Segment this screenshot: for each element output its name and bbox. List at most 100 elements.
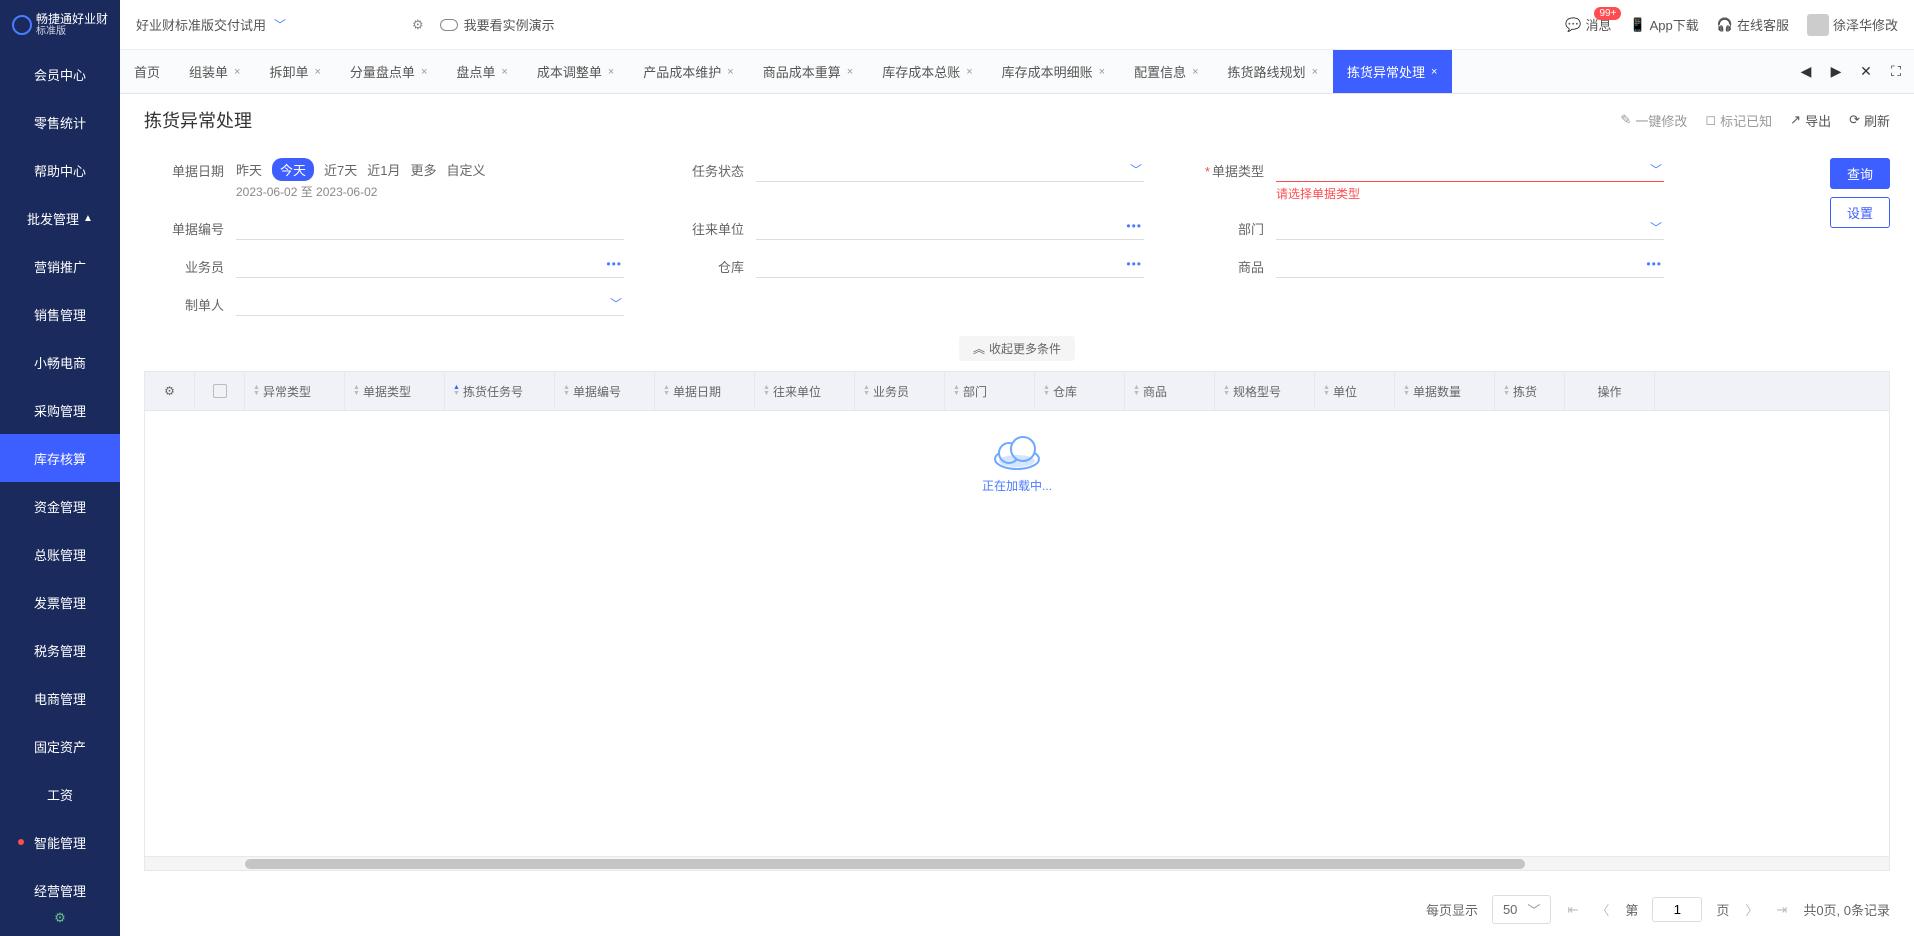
- close-icon[interactable]: ×: [847, 66, 853, 78]
- tab[interactable]: 库存成本明细账×: [988, 50, 1120, 93]
- table-column-header[interactable]: ▲▼单据类型: [345, 372, 445, 410]
- maker-input[interactable]: [236, 292, 624, 316]
- table-column-header[interactable]: ▲▼拣货: [1495, 372, 1565, 410]
- tab[interactable]: 组装单×: [175, 50, 255, 93]
- goods-input[interactable]: [1276, 254, 1664, 278]
- chevron-down-icon[interactable]: ﹀: [1650, 219, 1662, 236]
- tab[interactable]: 首页: [120, 50, 175, 93]
- table-column-header[interactable]: ▲▼仓库: [1035, 372, 1125, 410]
- type-input[interactable]: [1276, 158, 1664, 182]
- table-column-header[interactable]: ▲▼业务员: [855, 372, 945, 410]
- table-column-header[interactable]: ▲▼规格型号: [1215, 372, 1315, 410]
- tab-prev[interactable]: ◀: [1792, 58, 1820, 86]
- table-column-header[interactable]: ▲▼商品: [1125, 372, 1215, 410]
- more-icon[interactable]: •••: [606, 257, 622, 271]
- tab[interactable]: 配置信息×: [1120, 50, 1213, 93]
- sidebar-item[interactable]: 批发管理▲: [0, 194, 120, 242]
- no-input[interactable]: [236, 216, 624, 240]
- col-checkbox[interactable]: [195, 372, 245, 410]
- dept-input[interactable]: [1276, 216, 1664, 240]
- refresh-button[interactable]: ⟳ 刷新: [1849, 111, 1890, 130]
- sidebar-item[interactable]: 经营管理: [0, 866, 120, 900]
- table-column-header[interactable]: ▲▼单据编号: [555, 372, 655, 410]
- gear-icon[interactable]: ⚙: [412, 17, 424, 33]
- close-icon[interactable]: ×: [727, 66, 733, 78]
- close-icon[interactable]: ×: [234, 66, 240, 78]
- date-option[interactable]: 昨天: [236, 160, 262, 179]
- more-icon[interactable]: •••: [1646, 257, 1662, 271]
- mark-button[interactable]: ◻ 标记已知: [1705, 111, 1772, 130]
- close-icon[interactable]: ×: [1312, 66, 1318, 78]
- date-option[interactable]: 近1月: [367, 160, 400, 179]
- table-column-header[interactable]: ▲▼单位: [1315, 372, 1395, 410]
- scrollbar-thumb[interactable]: [245, 859, 1525, 869]
- close-icon[interactable]: ×: [966, 66, 972, 78]
- tab-close-all[interactable]: ✕: [1852, 58, 1880, 86]
- user-menu[interactable]: 徐泽华修改: [1807, 14, 1898, 36]
- product-selector[interactable]: 好业财标准版交付试用 ﹀: [136, 15, 396, 34]
- sidebar-item[interactable]: 总账管理: [0, 530, 120, 578]
- prev-page[interactable]: 〈: [1594, 900, 1611, 919]
- sidebar-item[interactable]: 发票管理: [0, 578, 120, 626]
- page-size-select[interactable]: 50 ﹀: [1492, 895, 1551, 924]
- messages-button[interactable]: 💬 消息 99+: [1565, 15, 1611, 34]
- tab[interactable]: 拣货异常处理×: [1333, 50, 1452, 93]
- sidebar-item[interactable]: 工资: [0, 770, 120, 818]
- close-icon[interactable]: ×: [421, 66, 427, 78]
- tab[interactable]: 分量盘点单×: [336, 50, 442, 93]
- sidebar-item[interactable]: 资金管理: [0, 482, 120, 530]
- col-settings[interactable]: ⚙: [145, 372, 195, 410]
- sidebar-item[interactable]: 会员中心: [0, 50, 120, 98]
- query-button[interactable]: 查询: [1830, 158, 1890, 189]
- sidebar-item[interactable]: 小畅电商: [0, 338, 120, 386]
- sidebar-item[interactable]: 库存核算: [0, 434, 120, 482]
- more-icon[interactable]: •••: [1126, 257, 1142, 271]
- demo-link[interactable]: 我要看实例演示: [440, 15, 555, 34]
- next-page[interactable]: 〉: [1743, 900, 1760, 919]
- tab[interactable]: 盘点单×: [442, 50, 522, 93]
- staff-input[interactable]: [236, 254, 624, 278]
- more-icon[interactable]: •••: [1126, 219, 1142, 233]
- tab[interactable]: 商品成本重算×: [749, 50, 868, 93]
- export-button[interactable]: ↗ 导出: [1790, 111, 1831, 130]
- table-column-header[interactable]: ▲▼部门: [945, 372, 1035, 410]
- tab[interactable]: 拆卸单×: [255, 50, 335, 93]
- chevron-down-icon[interactable]: ﹀: [1650, 161, 1662, 178]
- tab[interactable]: 产品成本维护×: [629, 50, 748, 93]
- sidebar-item[interactable]: 税务管理: [0, 626, 120, 674]
- table-column-header[interactable]: ▲▼异常类型: [245, 372, 345, 410]
- setting-button[interactable]: 设置: [1830, 197, 1890, 228]
- sidebar-item[interactable]: 销售管理: [0, 290, 120, 338]
- sidebar-item[interactable]: 营销推广: [0, 242, 120, 290]
- tab[interactable]: 成本调整单×: [523, 50, 629, 93]
- chevron-down-icon[interactable]: ﹀: [610, 295, 622, 312]
- task-input[interactable]: [756, 158, 1144, 182]
- sidebar-item[interactable]: 电商管理: [0, 674, 120, 722]
- date-option[interactable]: 更多: [411, 160, 437, 179]
- table-column-header[interactable]: ▲▼单据日期: [655, 372, 755, 410]
- table-column-header[interactable]: ▲▼单据数量: [1395, 372, 1495, 410]
- sidebar-item[interactable]: 智能管理: [0, 818, 120, 866]
- chevron-down-icon[interactable]: ﹀: [1130, 161, 1142, 178]
- tab[interactable]: 库存成本总账×: [868, 50, 987, 93]
- page-input[interactable]: [1652, 897, 1702, 922]
- date-option[interactable]: 近7天: [324, 160, 357, 179]
- table-column-header[interactable]: ▲▼拣货任务号: [445, 372, 555, 410]
- sidebar-item[interactable]: 采购管理: [0, 386, 120, 434]
- close-icon[interactable]: ×: [608, 66, 614, 78]
- close-icon[interactable]: ×: [1192, 66, 1198, 78]
- modify-button[interactable]: ✎ 一键修改: [1620, 111, 1687, 130]
- settings-icon[interactable]: ⚙: [54, 910, 66, 926]
- date-option[interactable]: 自定义: [447, 160, 486, 179]
- wh-input[interactable]: [756, 254, 1144, 278]
- close-icon[interactable]: ×: [501, 66, 507, 78]
- close-icon[interactable]: ×: [314, 66, 320, 78]
- sidebar-item[interactable]: 帮助中心: [0, 146, 120, 194]
- last-page[interactable]: ⇥: [1774, 902, 1789, 918]
- sidebar-item[interactable]: 零售统计: [0, 98, 120, 146]
- tab-fullscreen[interactable]: ⛶: [1882, 58, 1910, 86]
- collapse-button[interactable]: ︽ 收起更多条件: [959, 336, 1075, 361]
- close-icon[interactable]: ×: [1431, 66, 1437, 78]
- close-icon[interactable]: ×: [1099, 66, 1105, 78]
- first-page[interactable]: ⇤: [1565, 902, 1580, 918]
